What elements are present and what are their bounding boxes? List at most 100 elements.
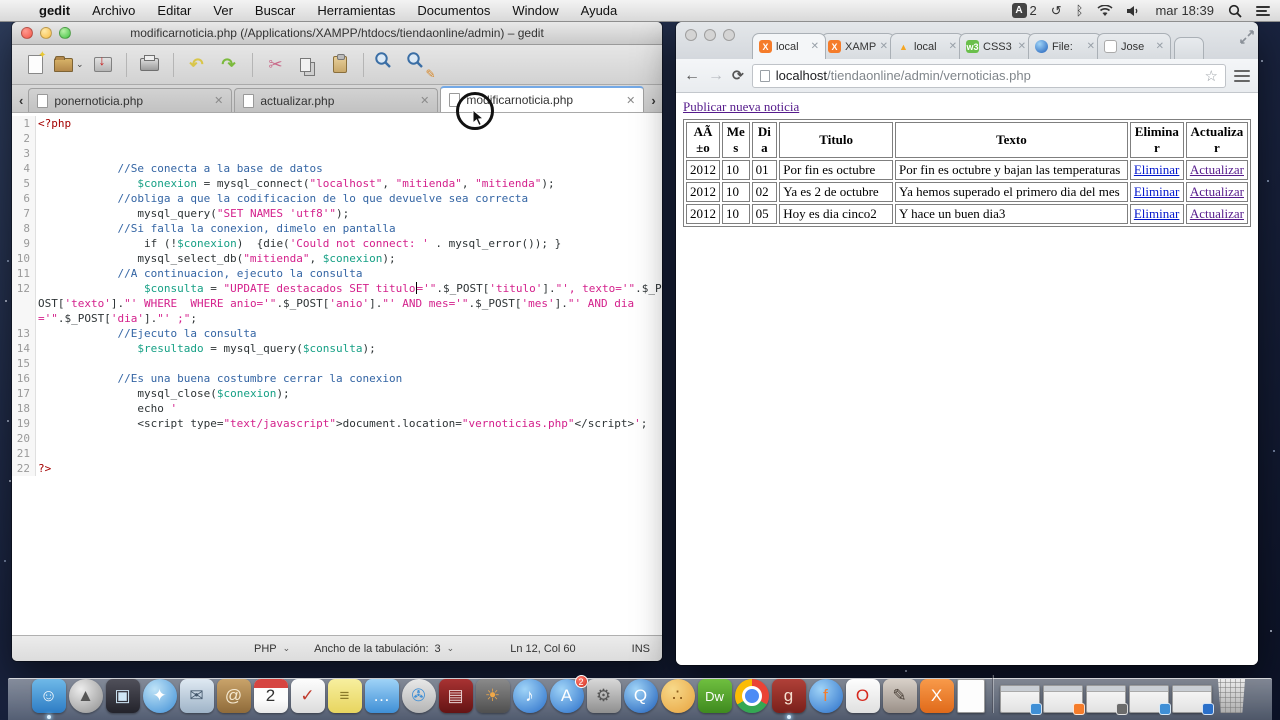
reminders-icon[interactable]: ✓ — [290, 679, 325, 713]
actualizar-link[interactable]: Actualizar — [1190, 184, 1244, 199]
close-icon[interactable]: ✕ — [811, 41, 819, 52]
zoom-window-button[interactable] — [723, 29, 735, 41]
address-bar[interactable]: localhost/tiendaonline/admin/vernoticias… — [751, 63, 1226, 88]
minimized-window-2-icon[interactable] — [1042, 685, 1085, 715]
language-selector[interactable]: PHP — [254, 643, 277, 655]
notes-icon[interactable]: ≡ — [327, 679, 362, 713]
menu-item-documentos[interactable]: Documentos — [406, 3, 501, 18]
menu-app-name[interactable]: gedit — [28, 0, 81, 22]
calendar-icon[interactable]: 2 — [253, 679, 288, 713]
new-tab-button[interactable] — [1174, 37, 1204, 59]
minimize-window-button[interactable] — [704, 29, 716, 41]
menu-item-editar[interactable]: Editar — [146, 3, 202, 18]
forward-button[interactable]: → — [708, 67, 724, 85]
gedit-titlebar[interactable]: modificarnoticia.php (/Applications/XAMP… — [12, 22, 662, 45]
tab-width-selector[interactable]: 3 — [435, 643, 441, 655]
notification-center-icon[interactable] — [1256, 4, 1270, 18]
minimized-window-5-icon[interactable] — [1171, 685, 1214, 715]
browser-tab-xamp[interactable]: X XAMP ✕ — [821, 33, 895, 59]
libreoffice-document-icon[interactable] — [956, 679, 985, 713]
iphoto-icon[interactable]: ☀ — [475, 679, 510, 713]
close-icon[interactable]: ✕ — [420, 94, 429, 107]
minimized-window-3-icon[interactable] — [1085, 685, 1128, 715]
publish-news-link[interactable]: Publicar nueva noticia — [683, 99, 799, 115]
menu-clock[interactable]: mar 18:39 — [1155, 3, 1214, 18]
minimized-window-1-icon[interactable] — [999, 685, 1042, 715]
wifi-icon[interactable] — [1097, 4, 1113, 17]
eliminar-link[interactable]: Eliminar — [1134, 162, 1180, 177]
input-sources-icon[interactable]: A2 — [1011, 3, 1037, 18]
system-preferences-icon[interactable]: ⚙ — [586, 679, 621, 713]
chrome-icon[interactable] — [734, 679, 769, 713]
browser-menu-button[interactable] — [1234, 67, 1250, 85]
dreamweaver-icon[interactable]: Dw — [697, 679, 732, 713]
redo-button[interactable]: ↷ — [216, 51, 242, 79]
print-button[interactable] — [137, 51, 163, 79]
menu-item-ayuda[interactable]: Ayuda — [570, 3, 629, 18]
color-palette-icon[interactable]: ∴ — [660, 679, 695, 713]
close-icon[interactable]: ✕ — [1018, 41, 1026, 52]
tab-scroll-left-icon[interactable]: ‹ — [14, 93, 28, 112]
itunes-icon[interactable]: ♪ — [512, 679, 547, 713]
actualizar-link[interactable]: Actualizar — [1190, 206, 1244, 221]
save-button[interactable] — [90, 51, 116, 79]
browser-tab-jose[interactable]: Jose ✕ — [1097, 33, 1171, 59]
finder-icon[interactable]: ☺ — [31, 679, 66, 719]
close-icon[interactable]: ✕ — [214, 94, 223, 107]
close-icon[interactable]: ✕ — [1087, 41, 1095, 52]
messages-icon[interactable]: … — [364, 679, 399, 713]
mission-control-icon[interactable]: ▣ — [105, 679, 140, 713]
browser-tab-local[interactable]: ▲ local ✕ — [890, 33, 964, 59]
bookmark-star-icon[interactable]: ☆ — [1205, 67, 1218, 85]
expand-icon[interactable] — [1240, 30, 1254, 49]
app-store-icon[interactable]: A2 — [549, 675, 588, 713]
editor-tab-ponernoticia.php[interactable]: ponernoticia.php ✕ — [28, 88, 233, 112]
new-document-button[interactable] — [22, 50, 48, 79]
quicktime-icon[interactable]: Q — [623, 679, 658, 713]
menu-item-ver[interactable]: Ver — [202, 3, 244, 18]
cut-button[interactable]: ✂ — [263, 51, 289, 79]
gedit-text-area[interactable]: 1 <?php 2 3 4 //Se conecta a la base de dato… — [12, 113, 662, 635]
spotlight-icon[interactable] — [1228, 4, 1242, 18]
browser-tab-file:[interactable]: File: ✕ — [1028, 33, 1102, 59]
browser-tab-css3[interactable]: w3 CSS3 ✕ — [959, 33, 1033, 59]
close-icon[interactable]: ✕ — [1156, 41, 1164, 52]
tab-scroll-right-icon[interactable]: › — [646, 93, 660, 112]
close-icon[interactable]: ✕ — [626, 94, 635, 107]
close-icon[interactable]: ✕ — [949, 41, 957, 52]
eliminar-link[interactable]: Eliminar — [1134, 184, 1180, 199]
contacts-icon[interactable]: @ — [216, 679, 251, 713]
mail-icon[interactable]: ✉ — [179, 679, 214, 713]
menu-item-archivo[interactable]: Archivo — [81, 3, 146, 18]
photo-booth-icon[interactable]: ▤ — [438, 679, 473, 713]
undo-button[interactable]: ↶ — [184, 51, 210, 79]
time-machine-icon[interactable]: ↺ — [1051, 3, 1062, 19]
trash-icon[interactable] — [1217, 679, 1246, 713]
opera-icon[interactable]: O — [845, 679, 880, 713]
menu-item-window[interactable]: Window — [501, 3, 569, 18]
paste-button[interactable] — [327, 51, 353, 79]
gimp-icon[interactable]: ✎ — [882, 679, 917, 713]
xampp-icon[interactable]: X — [919, 679, 954, 713]
facetime-icon[interactable]: ✇ — [401, 679, 436, 713]
open-button[interactable]: ⌄ — [54, 51, 84, 79]
back-button[interactable]: ← — [684, 67, 700, 85]
minimized-window-4-icon[interactable] — [1128, 685, 1171, 715]
menu-item-herramientas[interactable]: Herramientas — [306, 3, 406, 18]
reload-button[interactable]: ⟳ — [732, 67, 744, 84]
menu-item-buscar[interactable]: Buscar — [244, 3, 306, 18]
actualizar-link[interactable]: Actualizar — [1190, 162, 1244, 177]
find-replace-button[interactable] — [406, 51, 436, 81]
bluetooth-icon[interactable]: ᛒ — [1076, 3, 1084, 18]
editor-tab-actualizar.php[interactable]: actualizar.php ✕ — [234, 88, 439, 112]
browser-tab-local[interactable]: Xlocal ✕ — [752, 33, 826, 59]
volume-icon[interactable] — [1127, 5, 1141, 17]
firefox-icon[interactable]: f — [808, 679, 843, 713]
close-icon[interactable]: ✕ — [880, 41, 888, 52]
close-window-button[interactable] — [685, 29, 697, 41]
copy-button[interactable] — [295, 51, 321, 79]
safari-icon[interactable]: ✦ — [142, 679, 177, 713]
gedit-icon[interactable]: g — [771, 679, 806, 719]
eliminar-link[interactable]: Eliminar — [1134, 206, 1180, 221]
find-button[interactable] — [374, 51, 400, 79]
